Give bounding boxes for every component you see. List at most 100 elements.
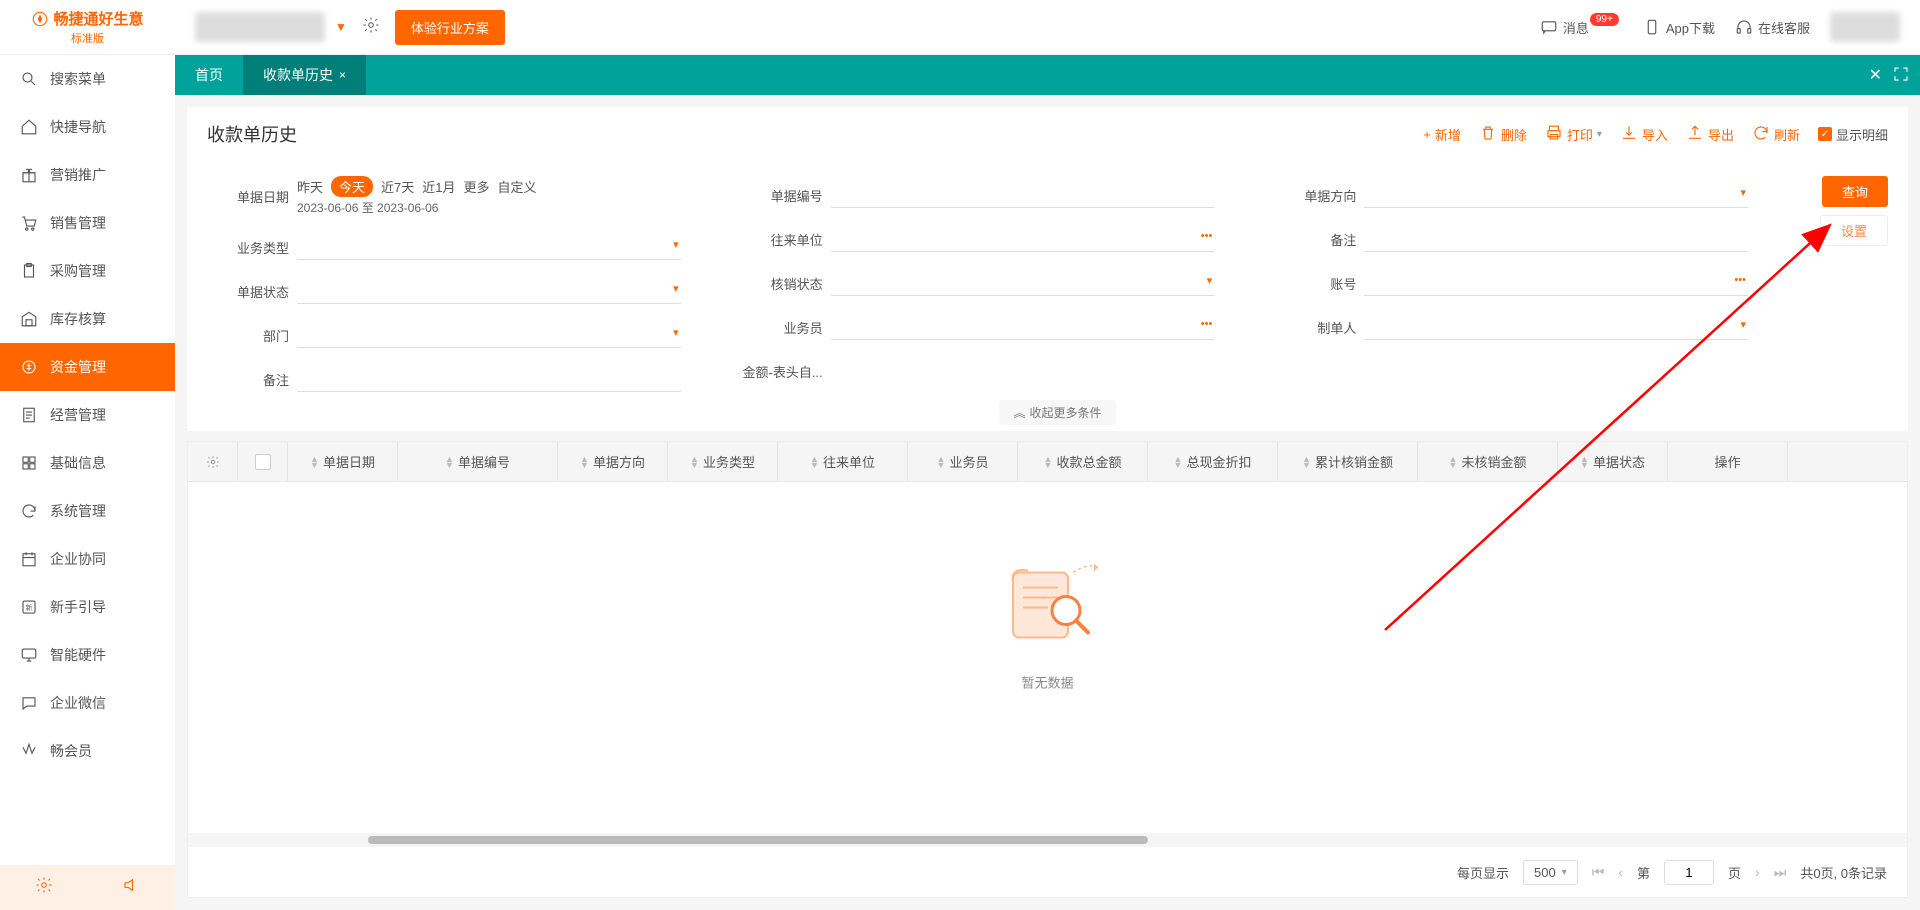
sidebar-item-5[interactable]: 库存核算 xyxy=(0,295,175,343)
direction-input[interactable]: ▾ xyxy=(1364,182,1748,208)
remark-label: 备注 xyxy=(1274,230,1364,249)
tab-0[interactable]: 首页 xyxy=(175,55,243,95)
gear-icon[interactable] xyxy=(362,16,380,39)
export-button[interactable]: 导出 xyxy=(1686,124,1734,145)
date-yesterday[interactable]: 昨天 xyxy=(297,177,323,196)
query-button[interactable]: 查询 xyxy=(1822,176,1888,207)
import-button[interactable]: 导入 xyxy=(1620,124,1668,145)
dept-label: 部门 xyxy=(207,326,297,345)
sidebar-item-label: 新手引导 xyxy=(50,597,106,617)
fullscreen-icon[interactable] xyxy=(1892,65,1910,86)
sidebar-item-7[interactable]: 经营管理 xyxy=(0,391,175,439)
sidebar-item-11[interactable]: 新 新手引导 xyxy=(0,583,175,631)
calendar-icon xyxy=(20,550,38,568)
column-header-4[interactable]: ▲▼往来单位 xyxy=(778,442,908,481)
creator-input[interactable]: ▾ xyxy=(1364,314,1748,340)
last-page-icon[interactable]: ⏭ xyxy=(1774,864,1787,881)
column-header-5[interactable]: ▲▼业务员 xyxy=(908,442,1018,481)
remark-input[interactable] xyxy=(1364,226,1748,252)
salesman-input[interactable]: ••• xyxy=(831,314,1215,340)
user-avatar[interactable] xyxy=(1830,12,1900,42)
docno-input[interactable] xyxy=(831,182,1215,208)
sort-icon: ▲▼ xyxy=(310,456,319,468)
add-button[interactable]: +新增 xyxy=(1423,125,1461,144)
sidebar-item-label: 销售管理 xyxy=(50,213,106,233)
sidebar-item-label: 搜索菜单 xyxy=(50,69,106,89)
sidebar-item-3[interactable]: 销售管理 xyxy=(0,199,175,247)
tab-label: 首页 xyxy=(195,65,223,85)
table-settings-gear[interactable] xyxy=(188,442,238,481)
sidebar-item-13[interactable]: 企业微信 xyxy=(0,679,175,727)
sidebar-item-9[interactable]: 系统管理 xyxy=(0,487,175,535)
online-service-link[interactable]: 在线客服 xyxy=(1735,18,1810,37)
amount-header-input[interactable] xyxy=(831,358,1215,384)
close-all-icon[interactable]: ✕ xyxy=(1869,65,1882,85)
sidebar-item-12[interactable]: 智能硬件 xyxy=(0,631,175,679)
show-detail-toggle[interactable]: ✓显示明细 xyxy=(1818,125,1888,144)
sidebar-item-6[interactable]: 资金管理 xyxy=(0,343,175,391)
tab-1[interactable]: 收款单历史× xyxy=(243,55,366,95)
filter-settings-button[interactable]: 设置 xyxy=(1820,215,1888,246)
column-header-6[interactable]: ▲▼收款总金额 xyxy=(1018,442,1148,481)
date-more[interactable]: 更多 xyxy=(464,177,490,196)
date-today[interactable]: 今天 xyxy=(331,176,373,197)
direction-label: 单据方向 xyxy=(1274,186,1364,205)
per-page-label: 每页显示 xyxy=(1457,863,1509,882)
sort-icon: ▲▼ xyxy=(445,456,454,468)
account-input[interactable]: ••• xyxy=(1364,270,1748,296)
date-custom[interactable]: 自定义 xyxy=(498,177,537,196)
sidebar-item-2[interactable]: 营销推广 xyxy=(0,151,175,199)
column-header-0[interactable]: ▲▼单据日期 xyxy=(288,442,398,481)
first-page-icon[interactable]: ⏮ xyxy=(1592,864,1605,881)
new-icon: 新 xyxy=(20,598,38,616)
messages-link[interactable]: 消息 99+ xyxy=(1540,18,1623,37)
chevron-down-icon: ▾ xyxy=(1740,186,1746,199)
sidebar-item-1[interactable]: 快捷导航 xyxy=(0,103,175,151)
column-header-7[interactable]: ▲▼总现金折扣 xyxy=(1148,442,1278,481)
experience-button[interactable]: 体验行业方案 xyxy=(395,10,505,45)
sidebar-item-4[interactable]: 采购管理 xyxy=(0,247,175,295)
delete-button[interactable]: 删除 xyxy=(1479,124,1527,145)
refresh-button[interactable]: 刷新 xyxy=(1752,124,1800,145)
settings-icon[interactable] xyxy=(35,876,53,899)
column-header-9[interactable]: ▲▼未核销金额 xyxy=(1418,442,1558,481)
horizontal-scrollbar[interactable] xyxy=(188,833,1907,847)
svg-text:新: 新 xyxy=(26,603,33,612)
home-icon xyxy=(20,118,38,136)
salesman-label: 业务员 xyxy=(741,318,831,337)
column-header-3[interactable]: ▲▼业务类型 xyxy=(668,442,778,481)
sidebar-item-8[interactable]: 基础信息 xyxy=(0,439,175,487)
per-page-select[interactable]: 500▾ xyxy=(1523,860,1578,885)
trash-icon xyxy=(1479,124,1497,145)
date-last1m[interactable]: 近1月 xyxy=(422,177,455,196)
column-header-1[interactable]: ▲▼单据编号 xyxy=(398,442,558,481)
speaker-icon[interactable] xyxy=(122,876,140,899)
more-icon: ••• xyxy=(1734,274,1746,286)
sidebar-item-14[interactable]: 畅会员 xyxy=(0,727,175,775)
verify-label: 核销状态 xyxy=(741,274,831,293)
partner-input[interactable]: ••• xyxy=(831,226,1215,252)
prev-page-icon[interactable]: ‹ xyxy=(1618,864,1623,880)
docstatus-input[interactable]: ▾ xyxy=(297,278,681,304)
verify-input[interactable]: ▾ xyxy=(831,270,1215,296)
column-header-10[interactable]: ▲▼单据状态 xyxy=(1558,442,1668,481)
select-all-checkbox[interactable] xyxy=(238,442,288,481)
app-download-link[interactable]: App下载 xyxy=(1643,18,1715,37)
next-page-icon[interactable]: › xyxy=(1755,864,1760,880)
collapse-filters-button[interactable]: ︽ 收起更多条件 xyxy=(999,400,1115,425)
sidebar-item-10[interactable]: 企业协同 xyxy=(0,535,175,583)
print-button[interactable]: 打印▾ xyxy=(1545,124,1602,145)
sidebar-item-0[interactable]: 搜索菜单 xyxy=(0,55,175,103)
column-header-2[interactable]: ▲▼单据方向 xyxy=(558,442,668,481)
sort-icon: ▲▼ xyxy=(580,456,589,468)
remark2-input[interactable] xyxy=(297,366,681,392)
page-input[interactable] xyxy=(1664,860,1714,885)
column-header-8[interactable]: ▲▼累计核销金额 xyxy=(1278,442,1418,481)
sidebar-item-label: 智能硬件 xyxy=(50,645,106,665)
biztype-input[interactable]: ▾ xyxy=(297,234,681,260)
date-last7[interactable]: 近7天 xyxy=(381,177,414,196)
close-icon[interactable]: × xyxy=(339,68,346,82)
dept-input[interactable]: ▾ xyxy=(297,322,681,348)
sidebar-item-label: 营销推广 xyxy=(50,165,106,185)
company-selector[interactable]: ▼ xyxy=(195,12,347,42)
